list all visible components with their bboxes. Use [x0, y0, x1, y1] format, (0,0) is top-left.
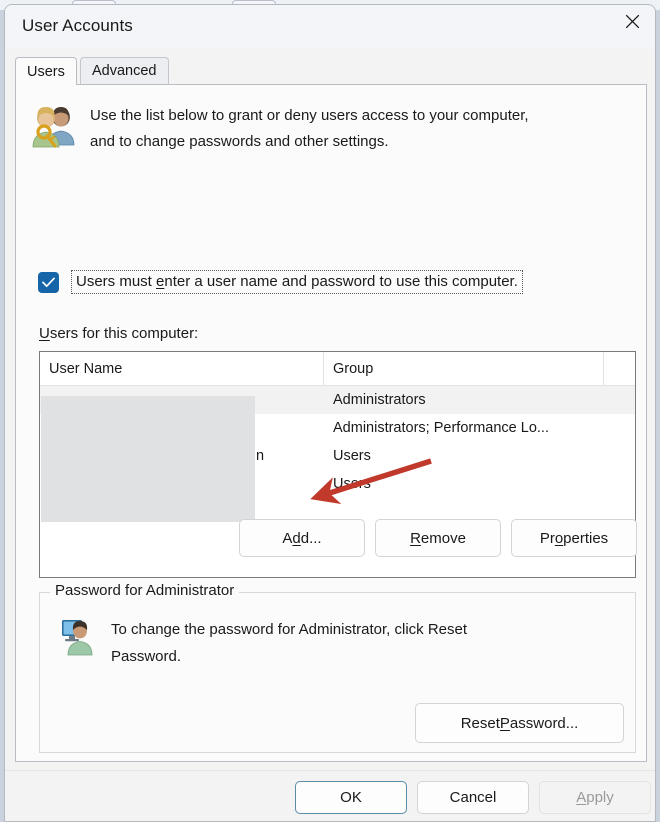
- remove-button-accel: R: [410, 529, 421, 547]
- column-header-group[interactable]: Group: [324, 352, 604, 385]
- users-tab-page: Use the list below to grant or deny user…: [15, 84, 647, 762]
- password-text-line-1: To change the password for Administrator…: [111, 621, 468, 638]
- cell-group: Users: [333, 476, 371, 492]
- cell-group: Users: [333, 448, 371, 464]
- tab-advanced-label: Advanced: [92, 63, 157, 79]
- require-login-checkbox[interactable]: [38, 271, 59, 293]
- cell-user-name: n: [256, 448, 265, 464]
- properties-button-post: perties: [563, 529, 609, 547]
- description-text: Use the list below to grant or deny user…: [90, 101, 529, 155]
- tab-strip: Users Advanced: [15, 57, 647, 85]
- user-monitor-icon: [57, 615, 99, 657]
- apply-button-post: pply: [586, 789, 614, 806]
- tab-users[interactable]: Users: [15, 57, 77, 85]
- require-login-label-post: nter a user name and password to use thi…: [164, 273, 518, 290]
- window-title: User Accounts: [22, 16, 133, 35]
- cancel-button[interactable]: Cancel: [417, 781, 529, 814]
- list-action-buttons: Ad d... Remove Pr o perties: [239, 519, 637, 557]
- password-group-title: Password for Administrator: [50, 582, 240, 599]
- add-button-pre: A: [282, 529, 293, 547]
- description-line-2: and to change passwords and other settin…: [90, 133, 389, 150]
- users-key-icon: [28, 101, 80, 149]
- cell-group: Administrators: [333, 392, 426, 408]
- user-accounts-dialog: User Accounts Users Advanced Use the lis…: [4, 4, 656, 822]
- tab-users-label: Users: [27, 63, 65, 80]
- description-block: Use the list below to grant or deny user…: [28, 101, 628, 155]
- column-header-filler: [604, 352, 635, 385]
- password-group-body: To change the password for Administrator…: [57, 615, 467, 670]
- users-list-label-rest: sers for this computer:: [49, 325, 199, 342]
- properties-button-accel: o: [554, 529, 564, 547]
- add-button-accel: d: [292, 529, 301, 547]
- ok-button-label: OK: [340, 789, 362, 806]
- reset-password-accel: P: [499, 714, 510, 732]
- properties-button-pre: Pr: [539, 529, 555, 547]
- tab-advanced[interactable]: Advanced: [80, 57, 169, 85]
- table-row[interactable]: Users: [40, 470, 635, 498]
- require-login-row: Users must enter a user name and passwor…: [38, 270, 523, 294]
- table-row[interactable]: Administrators: [40, 386, 635, 414]
- password-group-text: To change the password for Administrator…: [111, 615, 467, 670]
- table-row[interactable]: Administrators; Performance Lo...: [40, 414, 635, 442]
- apply-button-accel: A: [576, 789, 587, 806]
- column-header-user-name[interactable]: User Name: [40, 352, 324, 385]
- users-list-header: User Name Group: [40, 352, 635, 386]
- require-login-label-pre: Users must: [76, 273, 157, 290]
- remove-button-post: emove: [420, 529, 466, 547]
- title-bar: User Accounts: [5, 5, 655, 49]
- reset-password-post: assword...: [509, 714, 579, 732]
- ok-button[interactable]: OK: [295, 781, 407, 814]
- cancel-button-label: Cancel: [449, 789, 497, 806]
- reset-password-button[interactable]: Reset Password...: [415, 703, 624, 743]
- close-icon[interactable]: [609, 5, 655, 37]
- add-button[interactable]: Ad d...: [239, 519, 365, 557]
- reset-password-pre: Reset: [460, 714, 500, 732]
- password-text-line-2: Password.: [111, 648, 182, 665]
- users-list-label: Users for this computer:: [39, 325, 198, 342]
- properties-button[interactable]: Pr o perties: [511, 519, 637, 557]
- users-list-label-accel: U: [39, 325, 50, 342]
- dialog-footer: OK Cancel Apply: [5, 770, 655, 821]
- password-group-box: Password for Administrator To change the…: [39, 582, 636, 753]
- add-button-post: d...: [300, 529, 322, 547]
- require-login-label[interactable]: Users must enter a user name and passwor…: [71, 270, 523, 294]
- apply-button[interactable]: Apply: [539, 781, 651, 814]
- cell-group: Administrators; Performance Lo...: [333, 420, 549, 436]
- remove-button[interactable]: Remove: [375, 519, 501, 557]
- description-line-1: Use the list below to grant or deny user…: [90, 107, 529, 124]
- table-row[interactable]: n Users: [40, 442, 635, 470]
